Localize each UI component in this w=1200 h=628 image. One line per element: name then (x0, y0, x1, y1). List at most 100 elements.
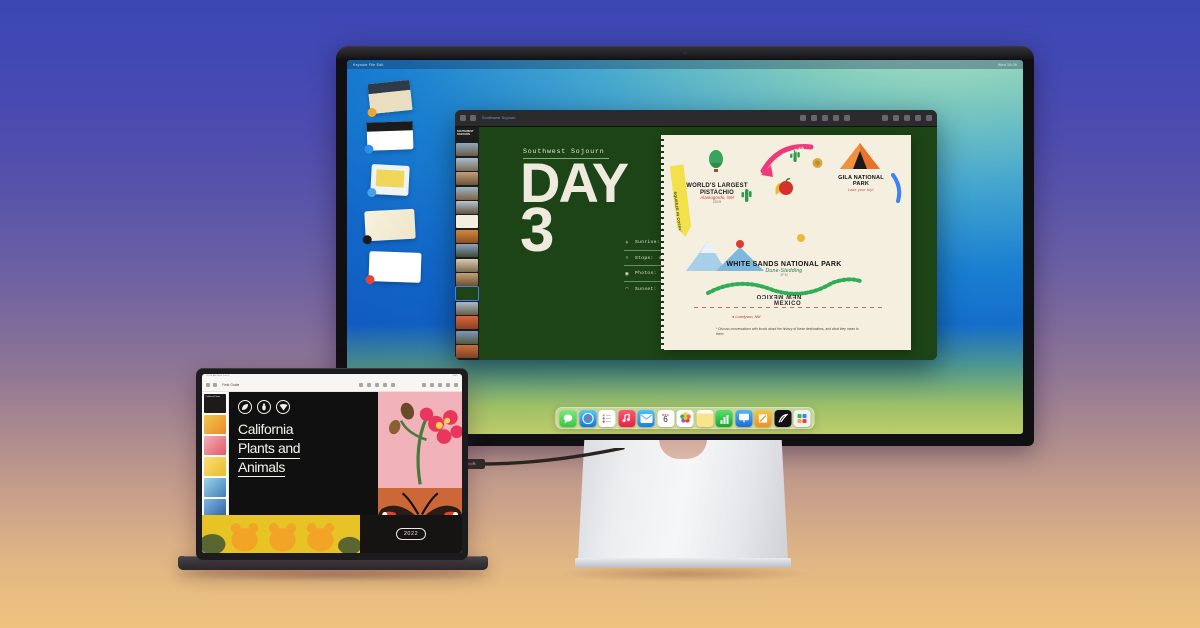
slide-thumbnail[interactable] (204, 436, 226, 455)
sidebar-toggle-icon[interactable] (213, 383, 217, 387)
media-icon[interactable] (367, 383, 371, 387)
comment-icon[interactable] (391, 383, 395, 387)
numbers-icon[interactable] (715, 409, 733, 427)
photos-icon[interactable] (676, 409, 694, 427)
animate-icon[interactable] (904, 115, 910, 121)
slide-thumbnail[interactable] (456, 157, 478, 171)
music-icon[interactable] (618, 409, 635, 427)
media-icon[interactable] (844, 115, 850, 121)
travel-collage[interactable]: SQUEEZE IN COFFEE ROUTE 54 WORLD'S LARGE… (661, 135, 911, 350)
slide-thumbnail[interactable] (456, 316, 478, 330)
desktop-file-stack[interactable] (367, 79, 413, 118)
slide-thumbnail[interactable]: California Plants (204, 394, 226, 413)
search-icon[interactable] (383, 383, 387, 387)
collaborate-icon[interactable] (422, 383, 426, 387)
pistachio-title: WORLD'S LARGEST PISTACHIO (686, 183, 748, 196)
bird-icon (276, 400, 290, 414)
stand-notch (659, 440, 707, 459)
mac-dock[interactable]: WED 6 (555, 407, 815, 429)
sun-icon (797, 234, 805, 242)
desktop-file-stack[interactable] (367, 164, 410, 198)
format-icon[interactable] (893, 115, 899, 121)
notes-icon[interactable] (696, 409, 713, 427)
document-icon[interactable] (915, 115, 921, 121)
slide-thumbnail[interactable] (456, 186, 478, 200)
slide-thumbnail[interactable] (456, 273, 478, 286)
keynote-toolbar[interactable]: Southwest Sojourn (455, 110, 937, 127)
slide-thumbnail-selected[interactable] (455, 286, 479, 302)
slide-thumbnail[interactable] (456, 229, 478, 243)
shape-icon[interactable] (833, 115, 839, 121)
webcam-icon (682, 51, 688, 54)
slide-thumbnail[interactable] (456, 172, 478, 186)
ipad-keynote-toolbar[interactable]: Field Guide (202, 379, 462, 392)
slide-day-heading: DAY 3 (520, 155, 629, 262)
slide-icon-row (238, 400, 369, 414)
slide-thumbnail[interactable] (204, 478, 226, 497)
slide-thumbnail[interactable] (456, 143, 478, 157)
keynote-slide-canvas[interactable]: Southwest Sojourn DAY 3 ☀ Sunrise: 6:17 … (479, 127, 937, 360)
desktop-file-stack[interactable] (362, 208, 416, 245)
slide-thumbnail[interactable] (456, 330, 478, 344)
slide-thumbnail[interactable] (204, 415, 226, 434)
ipad-center-tools[interactable] (359, 383, 395, 387)
coffee-tag-label: SQUEEZE IN COFFEE (672, 191, 682, 235)
appstore-icon[interactable] (793, 409, 811, 427)
keynote-right-tools[interactable] (882, 115, 932, 121)
keynote-window[interactable]: Southwest Sojourn SOUTHWEST SOJOURN Sout… (455, 110, 937, 360)
ipad-shadow (170, 568, 496, 582)
play-icon[interactable] (926, 115, 932, 121)
safari-icon[interactable] (579, 409, 596, 427)
play-icon[interactable] (446, 383, 450, 387)
freeform-icon[interactable] (774, 409, 791, 427)
add-icon[interactable] (359, 383, 363, 387)
sidebar-toggle-icon[interactable] (460, 115, 466, 121)
sunrise-icon: ☀ (625, 239, 629, 246)
ipad-slide-canvas[interactable]: California Plants and Animals 2022 (202, 392, 462, 553)
slide-thumbnail[interactable]: SOUTHWEST SOJOURN (456, 129, 478, 142)
slide-thumbnail[interactable] (456, 215, 478, 229)
desktop-file-stack[interactable] (364, 121, 414, 154)
pages-icon[interactable] (754, 409, 772, 427)
desktop-file-stack[interactable] (365, 251, 422, 285)
route-arrow-icon: ROUTE 54 (760, 144, 814, 177)
add-slide-icon[interactable] (800, 115, 806, 121)
year-badge: 2022 (395, 528, 427, 540)
tent-icon (840, 143, 880, 169)
slide-thumbnail[interactable] (456, 301, 478, 315)
monitor-stand-foot (575, 558, 791, 568)
keynote-slide-navigator[interactable]: SOUTHWEST SOJOURN (455, 127, 479, 360)
mail-icon[interactable] (637, 409, 655, 427)
slide-thumbnail[interactable] (456, 244, 478, 258)
collaborate-icon[interactable] (882, 115, 888, 121)
reminders-icon[interactable] (598, 409, 616, 427)
slide-thumbnail[interactable] (456, 201, 478, 214)
messages-icon[interactable] (559, 409, 577, 427)
keynote-icon[interactable] (735, 409, 752, 427)
slide-thumbnail[interactable] (456, 258, 478, 272)
pistachio-note: 2019 (712, 200, 722, 205)
slide-thumbnail[interactable] (456, 345, 478, 359)
new-mexico-label: NEW MEXICO (756, 293, 802, 299)
shape-icon[interactable] (375, 383, 379, 387)
thunderbolt-cable (461, 448, 625, 469)
stops-icon: ○ (625, 255, 629, 261)
pencil-icon[interactable] (438, 383, 442, 387)
keynote-center-tools[interactable] (800, 115, 850, 121)
ipad-screen[interactable]: 10:09 AM Wed Jun 6 100% Field Guide Cali… (202, 374, 462, 553)
border-labels: NEW MEXICO (756, 293, 801, 299)
calendar-icon[interactable]: WED 6 (657, 409, 674, 427)
slide-bottom-strip: 2022 (202, 515, 462, 553)
back-icon[interactable] (206, 383, 210, 387)
ipad-right-tools[interactable] (422, 383, 458, 387)
photos-icon: ▣ (625, 270, 629, 277)
table-icon[interactable] (811, 115, 817, 121)
chart-icon[interactable] (822, 115, 828, 121)
flower-illustration (377, 392, 462, 488)
gila-title: GILA NATIONAL PARK (838, 175, 884, 188)
mac-menubar[interactable]: Keynote File Edit Wed 10:09 (347, 60, 1023, 69)
format-icon[interactable] (430, 383, 434, 387)
more-icon[interactable] (454, 383, 458, 387)
slide-thumbnail[interactable] (204, 457, 226, 476)
zoom-icon[interactable] (470, 115, 476, 121)
